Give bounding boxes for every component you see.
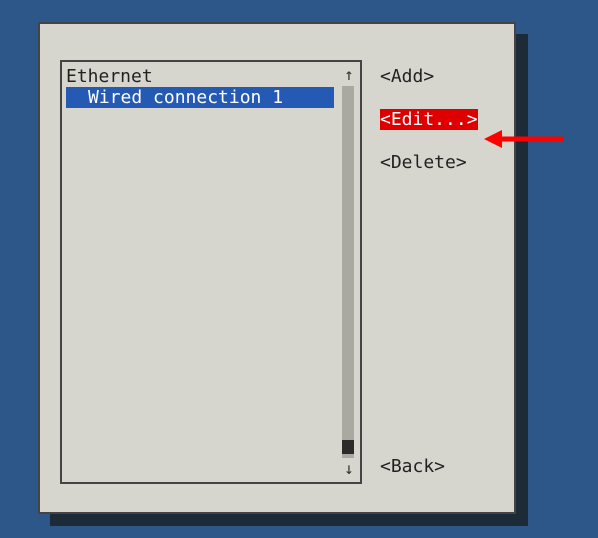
delete-button[interactable]: <Delete> [380, 152, 478, 173]
button-column: <Add> <Edit...> <Delete> [380, 66, 478, 195]
add-button[interactable]: <Add> [380, 66, 478, 87]
scroll-thumb[interactable] [342, 440, 354, 454]
scroll-up-arrow-icon[interactable]: ↑ [338, 64, 360, 86]
network-dialog: Ethernet Wired connection 1 ↑ ↓ <Add> <E… [38, 22, 516, 514]
annotation-arrow-icon [484, 126, 564, 152]
scroll-track[interactable] [342, 86, 354, 458]
connections-listbox[interactable]: Ethernet Wired connection 1 ↑ ↓ [60, 60, 362, 484]
list-content: Ethernet Wired connection 1 [62, 62, 338, 482]
back-button[interactable]: <Back> [380, 456, 445, 477]
group-header-ethernet: Ethernet [66, 66, 334, 87]
list-item[interactable]: Wired connection 1 [66, 87, 334, 108]
edit-button[interactable]: <Edit...> [380, 109, 478, 130]
list-item-label: Wired connection 1 [88, 87, 283, 108]
scrollbar[interactable]: ↑ ↓ [338, 62, 360, 482]
scroll-down-arrow-icon[interactable]: ↓ [338, 458, 360, 480]
